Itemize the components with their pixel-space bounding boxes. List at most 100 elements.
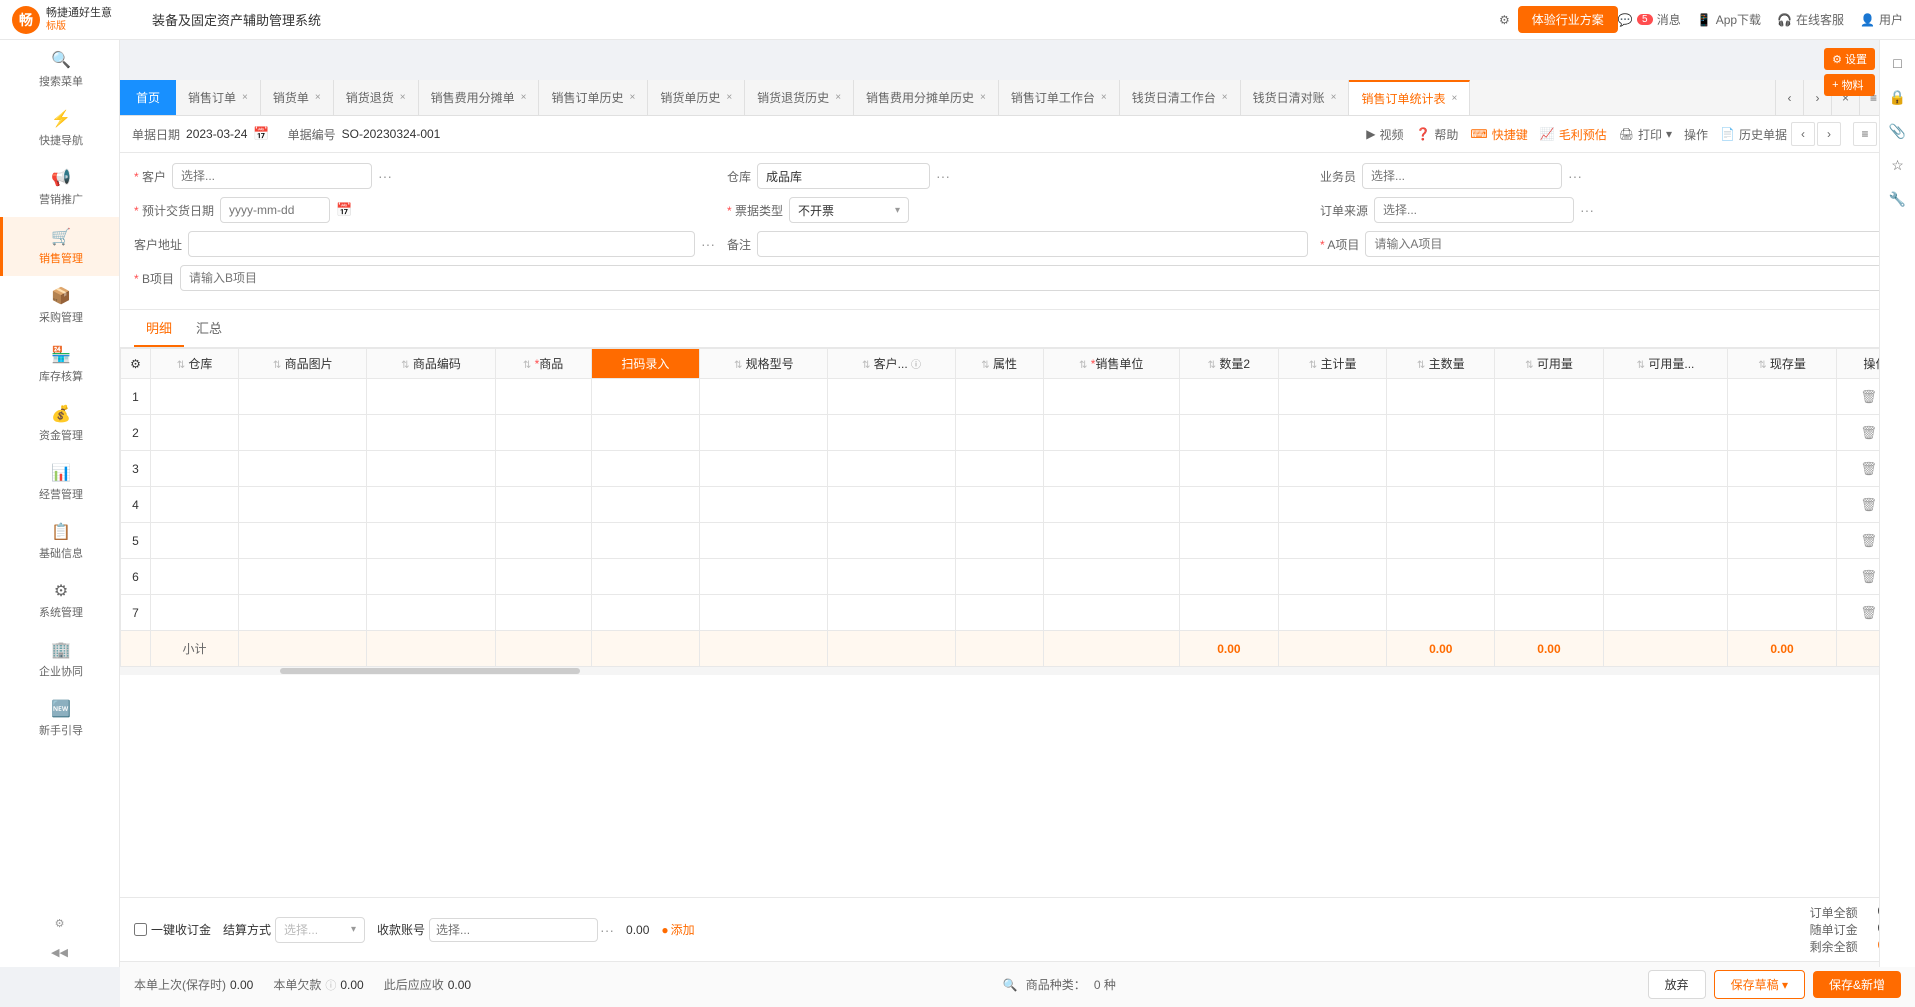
row-delete-btn[interactable]: 🗑: [1860, 605, 1877, 621]
current-order-help[interactable]: ⓘ: [325, 977, 336, 993]
tab-close-cost-split[interactable]: ×: [521, 92, 527, 103]
profit-btn[interactable]: 📈 毛利预估: [1540, 126, 1607, 143]
warehouse-input[interactable]: [757, 163, 930, 189]
tab-sales-return[interactable]: 销货退货 ×: [334, 80, 419, 116]
scroll-row[interactable]: [120, 667, 1915, 675]
row-delete-btn[interactable]: 🗑: [1860, 461, 1877, 477]
order-source-dots-btn[interactable]: ···: [1580, 202, 1594, 218]
staff-input[interactable]: [1362, 163, 1562, 189]
right-panel-tool-btn[interactable]: 🔧: [1883, 184, 1913, 214]
print-btn[interactable]: 🖨 打印 ▾: [1619, 126, 1672, 143]
th-scan[interactable]: 扫码录入: [591, 349, 700, 379]
sidebar-item-sales[interactable]: 🛒 销售管理: [0, 217, 119, 276]
tab-sales-list[interactable]: 销货单 ×: [261, 80, 334, 116]
add-payment-btn[interactable]: ● 添加: [661, 921, 694, 938]
tab-cost-split[interactable]: 销售费用分摊单 ×: [419, 80, 540, 116]
industry-btn[interactable]: 体验行业方案: [1518, 6, 1618, 33]
tab-sales-history[interactable]: 销货单历史 ×: [648, 80, 745, 116]
account-dots-btn[interactable]: ···: [600, 922, 614, 938]
sidebar-item-search[interactable]: 🔍 搜索菜单: [0, 40, 119, 99]
save-new-btn[interactable]: 保存&新增: [1813, 971, 1901, 998]
tab-order-history[interactable]: 销售订单历史 ×: [539, 80, 648, 116]
staff-dots-btn[interactable]: ···: [1568, 168, 1582, 184]
shortcut-btn[interactable]: ⌨ 快捷键: [1470, 126, 1527, 143]
tab-prev-btn[interactable]: ‹: [1775, 80, 1803, 116]
tab-sales-order[interactable]: 销售订单 ×: [176, 80, 261, 116]
account-input[interactable]: [429, 918, 598, 942]
scroll-thumb[interactable]: [280, 668, 580, 674]
note-input[interactable]: [757, 231, 1308, 257]
tab-close-daily-workbench[interactable]: ×: [1222, 92, 1228, 103]
tab-home[interactable]: 首页: [120, 80, 176, 116]
ops-btn[interactable]: 操作: [1684, 126, 1708, 143]
view-btn[interactable]: ▶ 视频: [1366, 126, 1403, 143]
list-view-btn[interactable]: ≡: [1853, 122, 1877, 146]
add-item-btn[interactable]: + 物料: [1824, 80, 1875, 96]
warehouse-dots-btn[interactable]: ···: [936, 168, 950, 184]
tab-daily-workbench[interactable]: 钱货日清工作台 ×: [1120, 80, 1241, 116]
customer-dots-btn[interactable]: ···: [378, 168, 392, 184]
right-panel-square-btn[interactable]: □: [1883, 48, 1913, 78]
sidebar-item-base[interactable]: 📋 基础信息: [0, 512, 119, 571]
b-project-input[interactable]: [180, 265, 1901, 291]
sidebar-item-operations[interactable]: 📊 经营管理: [0, 453, 119, 512]
tab-close-cost-history[interactable]: ×: [980, 92, 986, 103]
tab-detail[interactable]: 明细: [134, 310, 184, 347]
invoice-select[interactable]: 不开票 ▾: [789, 197, 909, 223]
th-gear[interactable]: ⚙: [121, 349, 151, 379]
discard-btn[interactable]: 放弃: [1648, 970, 1706, 999]
row-delete-btn[interactable]: 🗑: [1860, 425, 1877, 441]
quick-payment-checkbox[interactable]: 一键收订金: [134, 921, 211, 938]
tab-close-daily-reconcile[interactable]: ×: [1331, 92, 1337, 103]
right-panel-lock-btn[interactable]: 🔒: [1883, 82, 1913, 112]
tab-close-order-stats[interactable]: ×: [1451, 93, 1457, 104]
right-panel-star-btn[interactable]: ☆: [1883, 150, 1913, 180]
delivery-date-input[interactable]: [220, 197, 330, 223]
tab-close-sales-list[interactable]: ×: [315, 92, 321, 103]
tab-cost-history[interactable]: 销售费用分摊单历史 ×: [854, 80, 999, 116]
help-btn[interactable]: ❓ 帮助: [1415, 126, 1458, 143]
sidebar-settings-btn[interactable]: ⚙: [0, 909, 119, 938]
online-service-btn[interactable]: 🎧 在线客服: [1777, 11, 1844, 28]
tab-close-order-workbench[interactable]: ×: [1101, 92, 1107, 103]
tab-return-history[interactable]: 销货退货历史 ×: [745, 80, 854, 116]
tab-summary[interactable]: 汇总: [184, 310, 234, 347]
right-panel-clip-btn[interactable]: 📎: [1883, 116, 1913, 146]
quick-payment-check[interactable]: [134, 923, 147, 936]
payment-method-select[interactable]: 选择... ▾: [275, 917, 365, 943]
address-dots-btn[interactable]: ···: [701, 236, 715, 252]
row-delete-btn[interactable]: 🗑: [1860, 533, 1877, 549]
a-project-input[interactable]: [1365, 231, 1901, 257]
sidebar-item-quick-nav[interactable]: ⚡ 快捷导航: [0, 99, 119, 158]
tab-close-order-history[interactable]: ×: [629, 92, 635, 103]
row-delete-btn[interactable]: 🗑: [1860, 569, 1877, 585]
tab-order-stats[interactable]: 销售订单统计表 ×: [1349, 80, 1470, 116]
sidebar-item-marketing[interactable]: 📢 营销推广: [0, 158, 119, 217]
settings-icon[interactable]: ⚙: [1499, 13, 1510, 27]
sidebar-item-purchase[interactable]: 📦 采购管理: [0, 276, 119, 335]
save-draft-arrow[interactable]: ▾: [1782, 978, 1788, 992]
tab-close-return-history[interactable]: ×: [835, 92, 841, 103]
message-btn[interactable]: 💬 5 消息: [1618, 11, 1681, 28]
sidebar-item-enterprise[interactable]: 🏢 企业协同: [0, 630, 119, 689]
app-download-btn[interactable]: 📱 App下载: [1697, 11, 1761, 28]
sidebar-item-system[interactable]: ⚙ 系统管理: [0, 571, 119, 630]
row-delete-btn[interactable]: 🗑: [1860, 497, 1877, 513]
tab-close-sales-return[interactable]: ×: [400, 92, 406, 103]
tab-close-sales-history[interactable]: ×: [726, 92, 732, 103]
history-next-btn[interactable]: ›: [1817, 122, 1841, 146]
address-input[interactable]: [188, 231, 695, 257]
tab-close-sales-order[interactable]: ×: [242, 92, 248, 103]
sidebar-collapse-btn[interactable]: ◀◀: [0, 938, 119, 967]
tab-daily-reconcile[interactable]: 钱货日清对账 ×: [1241, 80, 1350, 116]
sidebar-item-inventory[interactable]: 🏪 库存核算: [0, 335, 119, 394]
order-source-input[interactable]: [1374, 197, 1574, 223]
customer-input[interactable]: [172, 163, 372, 189]
sidebar-item-finance[interactable]: 💰 资金管理: [0, 394, 119, 453]
history-prev-btn[interactable]: ‹: [1791, 122, 1815, 146]
user-btn[interactable]: 👤 用户: [1860, 11, 1903, 28]
calendar-icon[interactable]: 📅: [253, 126, 269, 142]
sidebar-item-guide[interactable]: 🆕 新手引导: [0, 689, 119, 748]
history-btn[interactable]: 📄 历史单据 ‹ ›: [1720, 122, 1841, 146]
tab-order-workbench[interactable]: 销售订单工作台 ×: [999, 80, 1120, 116]
